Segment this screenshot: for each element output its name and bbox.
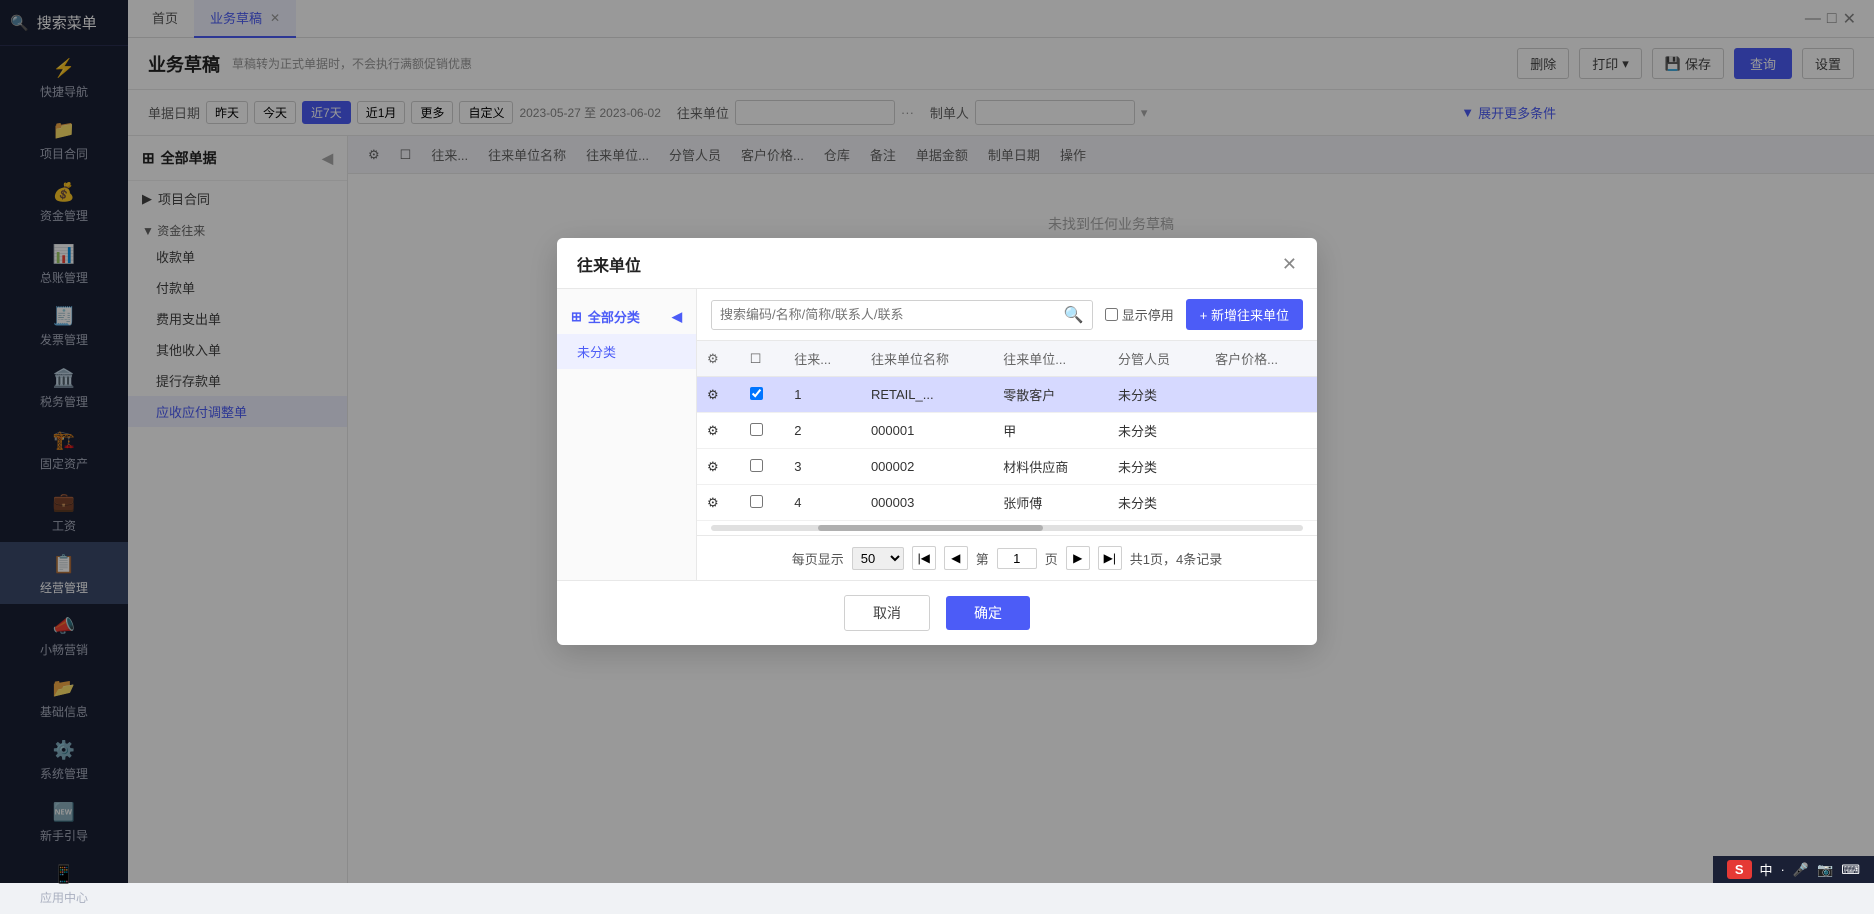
page-prev-btn[interactable]: ◀	[944, 546, 968, 570]
ime-zh: 中	[1760, 860, 1773, 879]
td-name: 张师傅	[993, 485, 1108, 521]
collapse-modal-icon[interactable]: ◀	[672, 309, 682, 325]
td-no: 4	[784, 485, 861, 521]
td-check[interactable]	[740, 413, 785, 449]
table-row[interactable]: ⚙ 2 000001 甲 未分类	[697, 413, 1317, 449]
td-settings: ⚙	[697, 413, 740, 449]
show-disabled-checkbox[interactable]	[1105, 308, 1118, 321]
modal-toolbar: 🔍 显示停用 + 新增往来单位	[697, 289, 1317, 341]
td-category: 未分类	[1108, 485, 1205, 521]
td-code: 000001	[861, 413, 993, 449]
td-category: 未分类	[1108, 449, 1205, 485]
modal-header: 往来单位 ✕	[557, 238, 1317, 289]
td-code: 000002	[861, 449, 993, 485]
table-row[interactable]: ⚙ 1 RETAIL_... 零散客户 未分类	[697, 377, 1317, 413]
horizontal-scrollbar[interactable]	[711, 525, 1303, 531]
mic-icon: 🎤	[1793, 862, 1809, 878]
td-name: 材料供应商	[993, 449, 1108, 485]
page-last-btn[interactable]: ▶|	[1098, 546, 1122, 570]
cancel-button[interactable]: 取消	[844, 595, 930, 631]
td-name: 零散客户	[993, 377, 1108, 413]
status-bar: S 中 · 🎤 📷 ⌨	[1713, 856, 1874, 883]
td-check[interactable]	[740, 485, 785, 521]
app-logo: S	[1727, 860, 1752, 879]
page-first-btn[interactable]: |◀	[912, 546, 936, 570]
modal-cat-all[interactable]: ⊞ 全部分类 ◀	[557, 299, 696, 334]
table-row[interactable]: ⚙ 3 000002 材料供应商 未分类	[697, 449, 1317, 485]
td-category: 未分类	[1108, 377, 1205, 413]
grid-icon-modal: ⊞	[571, 309, 582, 325]
td-no: 3	[784, 449, 861, 485]
modal-search-icon: 🔍	[1064, 305, 1084, 325]
td-settings: ⚙	[697, 485, 740, 521]
td-name: 甲	[993, 413, 1108, 449]
td-manager	[1205, 485, 1317, 521]
page-suffix-label: 页	[1045, 549, 1058, 568]
modal-cat-all-label: 全部分类	[588, 307, 640, 326]
page-total-label: 共1页，4条记录	[1130, 549, 1222, 568]
modal-overlay: 往来单位 ✕ ⊞ 全部分类 ◀ 未分类	[0, 0, 1874, 883]
horizontal-scrollbar-thumb[interactable]	[818, 525, 1043, 531]
modal-search-box[interactable]: 🔍	[711, 300, 1093, 330]
modal-search-input[interactable]	[720, 307, 1058, 322]
modal-cat-uncategorized[interactable]: 未分类	[557, 334, 696, 369]
modal-footer: 取消 确定	[557, 580, 1317, 645]
td-no: 1	[784, 377, 861, 413]
ime-dot: ·	[1781, 862, 1785, 877]
td-manager	[1205, 449, 1317, 485]
td-check[interactable]	[740, 449, 785, 485]
th-modal-code: 往来...	[784, 341, 861, 377]
modal-title: 往来单位	[577, 252, 641, 276]
per-page-label: 每页显示	[792, 549, 844, 568]
modal-table-header: ⚙ ☐ 往来... 往来单位名称 往来单位... 分管人员 客户价格...	[697, 341, 1317, 377]
horizontal-scrollbar-area	[697, 521, 1317, 535]
th-modal-manager: 分管人员	[1108, 341, 1205, 377]
camera-icon: 📷	[1817, 862, 1833, 878]
modal-close-button[interactable]: ✕	[1282, 254, 1297, 275]
keyboard-icon: ⌨	[1841, 862, 1860, 878]
modal-category-panel: ⊞ 全部分类 ◀ 未分类	[557, 289, 697, 580]
td-manager	[1205, 413, 1317, 449]
modal-right-panel: 🔍 显示停用 + 新增往来单位 ⚙ ☐	[697, 289, 1317, 580]
confirm-button[interactable]: 确定	[946, 596, 1030, 630]
td-code: 000003	[861, 485, 993, 521]
sidebar-item-app-label: 应用中心	[40, 889, 88, 906]
modal-body: ⊞ 全部分类 ◀ 未分类 🔍 显示停用	[557, 289, 1317, 580]
td-code: RETAIL_...	[861, 377, 993, 413]
td-settings: ⚙	[697, 377, 740, 413]
modal-table: ⚙ ☐ 往来... 往来单位名称 往来单位... 分管人员 客户价格... ⚙	[697, 341, 1317, 521]
td-check[interactable]	[740, 377, 785, 413]
th-modal-unit: 往来单位...	[993, 341, 1108, 377]
th-modal-check: ☐	[740, 341, 785, 377]
page-prefix-label: 第	[976, 549, 989, 568]
modal-dialog: 往来单位 ✕ ⊞ 全部分类 ◀ 未分类	[557, 238, 1317, 645]
page-next-btn[interactable]: ▶	[1066, 546, 1090, 570]
th-modal-name: 往来单位名称	[861, 341, 993, 377]
td-category: 未分类	[1108, 413, 1205, 449]
per-page-select[interactable]: 50 100	[852, 547, 904, 570]
td-no: 2	[784, 413, 861, 449]
show-disabled-label[interactable]: 显示停用	[1105, 305, 1174, 324]
page-number-input[interactable]	[997, 548, 1037, 569]
modal-pagination: 每页显示 50 100 |◀ ◀ 第 页 ▶ ▶| 共1页，4条记录	[697, 535, 1317, 580]
add-counterparty-button[interactable]: + 新增往来单位	[1186, 299, 1303, 330]
th-modal-price: 客户价格...	[1205, 341, 1317, 377]
table-row[interactable]: ⚙ 4 000003 张师傅 未分类	[697, 485, 1317, 521]
th-modal-settings: ⚙	[697, 341, 740, 377]
td-settings: ⚙	[697, 449, 740, 485]
td-manager	[1205, 377, 1317, 413]
